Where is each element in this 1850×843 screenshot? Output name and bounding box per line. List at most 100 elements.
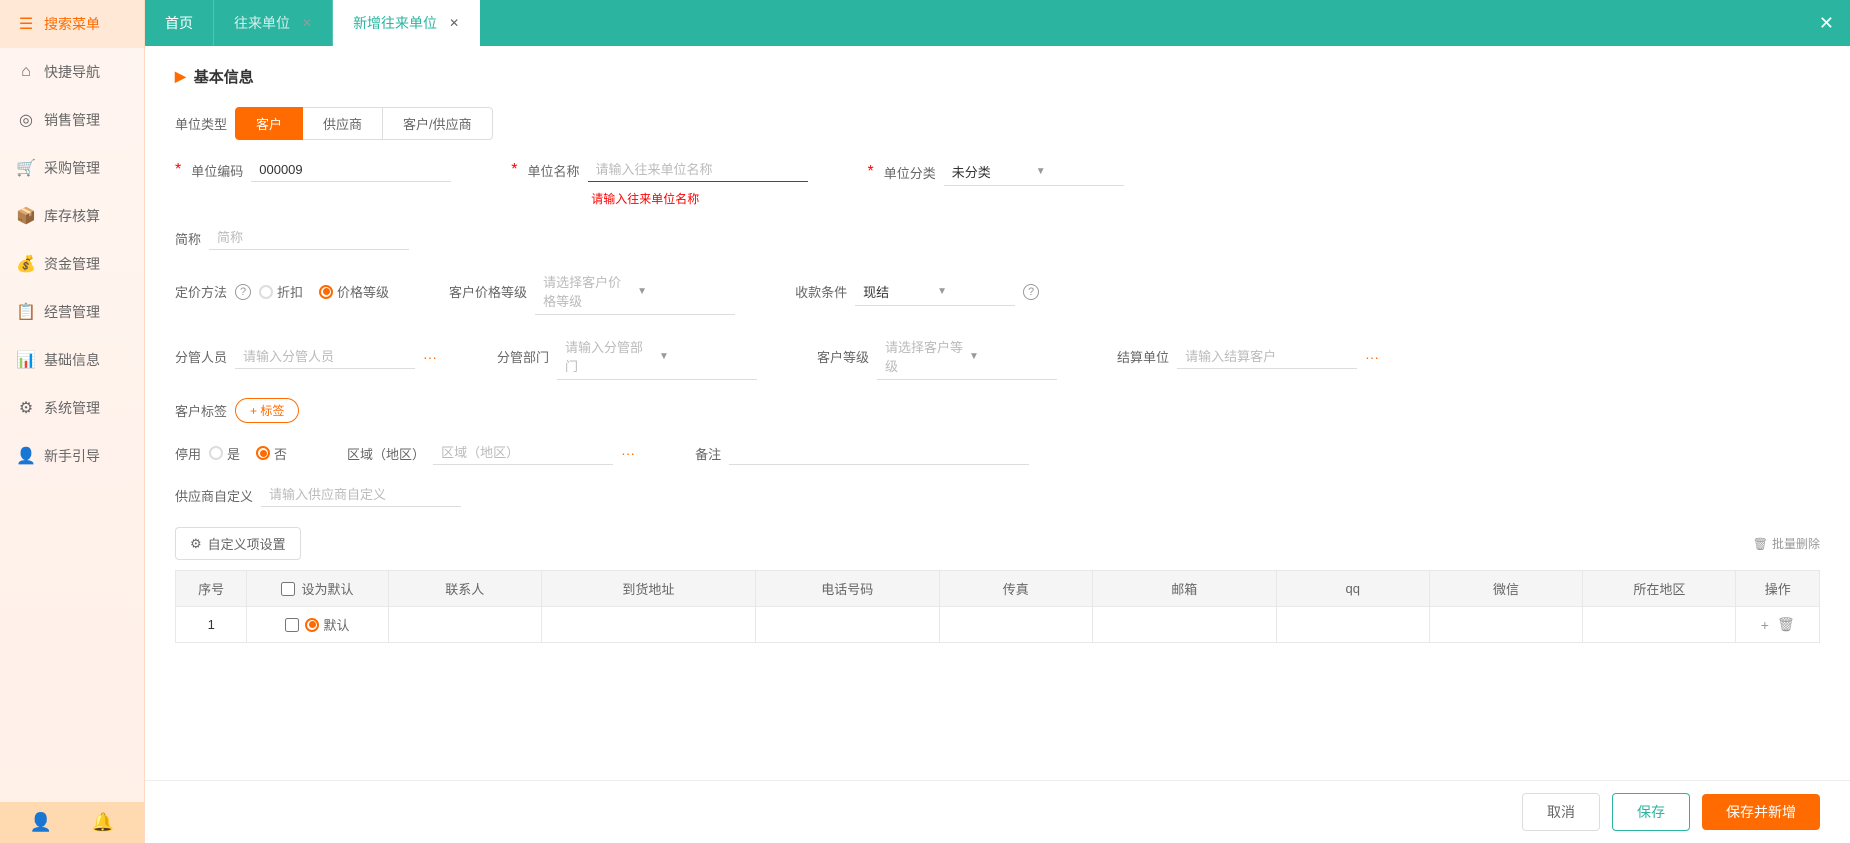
- name-required-star: *: [511, 161, 517, 179]
- region-more-btn[interactable]: ···: [621, 445, 635, 461]
- manager-more-btn[interactable]: ···: [423, 349, 437, 365]
- radio-disabled-no[interactable]: 否: [256, 444, 287, 463]
- row-default-label: 默认: [323, 615, 349, 634]
- region-input[interactable]: [433, 441, 613, 465]
- supplier-custom-input[interactable]: [261, 483, 461, 507]
- row-checkbox[interactable]: [285, 618, 299, 632]
- tag-row: 客户标签 + 标签: [175, 398, 1820, 423]
- sidebar-item-basics[interactable]: 📊 基础信息: [0, 336, 144, 384]
- type-btn-customer[interactable]: 客户: [235, 107, 303, 140]
- tab-new-partner-label: 新增往来单位: [353, 13, 437, 33]
- settlement-input[interactable]: [1177, 345, 1357, 369]
- contact-input[interactable]: [425, 617, 505, 632]
- address-input[interactable]: [588, 617, 708, 632]
- tab-bar-close-btn[interactable]: ✕: [1803, 13, 1850, 34]
- col-default: 设为默认: [247, 571, 388, 607]
- tab-new-partner[interactable]: 新增往来单位 ✕: [333, 0, 480, 46]
- unit-type-row: 单位类型 客户 供应商 客户/供应商: [175, 107, 1820, 140]
- col-default-label: 设为默认: [301, 579, 353, 598]
- sidebar-item-finance[interactable]: 💰 资金管理: [0, 240, 144, 288]
- remark-input[interactable]: [729, 441, 1029, 465]
- guide-icon: 👤: [16, 446, 36, 466]
- tag-group: 客户标签 + 标签: [175, 398, 299, 423]
- unit-name-input[interactable]: [588, 158, 808, 182]
- category-required-star: *: [868, 163, 874, 181]
- email-input[interactable]: [1134, 617, 1234, 632]
- settlement-more-btn[interactable]: ···: [1365, 349, 1379, 365]
- tab-home-label: 首页: [165, 13, 193, 33]
- batch-delete-btn[interactable]: 🗑 批量删除: [1753, 535, 1820, 552]
- manager-input[interactable]: [235, 345, 415, 369]
- custom-settings-btn[interactable]: ⚙ 自定义项设置: [175, 527, 301, 560]
- short-name-label: 简称: [175, 229, 201, 248]
- col-action: 操作: [1736, 571, 1820, 607]
- save-button[interactable]: 保存: [1612, 793, 1690, 831]
- col-default-checkbox[interactable]: [281, 582, 295, 596]
- payment-terms-group: 收款条件 现结 ▼ ?: [795, 278, 1039, 306]
- unit-category-select[interactable]: 未分类 ▼: [944, 158, 1124, 186]
- row-add-btn[interactable]: +: [1761, 616, 1769, 633]
- pricing-method-group: 定价方法 ? 折扣 价格等级: [175, 282, 389, 301]
- radio-price-level[interactable]: 价格等级: [319, 282, 389, 301]
- wechat-input[interactable]: [1466, 617, 1546, 632]
- col-email: 邮箱: [1092, 571, 1276, 607]
- sidebar-item-inventory[interactable]: 📦 库存核算: [0, 192, 144, 240]
- purchase-icon: 🛒: [16, 158, 36, 178]
- radio-price-level-circle: [319, 285, 333, 299]
- type-buttons: 客户 供应商 客户/供应商: [235, 107, 493, 140]
- unit-category-group: * 单位分类 未分类 ▼: [868, 158, 1124, 186]
- row-delete-btn[interactable]: 🗑: [1777, 616, 1795, 633]
- sidebar-item-operations[interactable]: 📋 经营管理: [0, 288, 144, 336]
- region-cell-input[interactable]: [1619, 617, 1699, 632]
- type-btn-supplier[interactable]: 供应商: [303, 107, 383, 140]
- tab-home[interactable]: 首页: [145, 0, 214, 46]
- cell-seq: 1: [176, 607, 247, 643]
- sidebar-user-icon[interactable]: 👤: [30, 812, 52, 833]
- region-group: 区域（地区） ···: [347, 441, 635, 465]
- tab-new-partner-close[interactable]: ✕: [449, 16, 459, 30]
- cancel-button[interactable]: 取消: [1522, 793, 1600, 831]
- short-name-input[interactable]: [209, 226, 409, 250]
- col-fax: 传真: [939, 571, 1092, 607]
- customer-price-label: 客户价格等级: [449, 282, 527, 301]
- payment-terms-select[interactable]: 现结 ▼: [855, 278, 1015, 306]
- cell-email: [1092, 607, 1276, 643]
- sidebar-item-sales[interactable]: ◎ 销售管理: [0, 96, 144, 144]
- inventory-icon: 📦: [16, 206, 36, 226]
- customer-price-group: 客户价格等级 请选择客户价格等级 ▼: [449, 268, 735, 315]
- sidebar-item-system[interactable]: ⚙ 系统管理: [0, 384, 144, 432]
- col-region: 所在地区: [1583, 571, 1736, 607]
- sidebar-item-purchase[interactable]: 🛒 采购管理: [0, 144, 144, 192]
- radio-discount[interactable]: 折扣: [259, 282, 303, 301]
- unit-name-label: 单位名称: [527, 161, 579, 180]
- customer-level-select[interactable]: 请选择客户等级 ▼: [877, 333, 1057, 380]
- pricing-row: 定价方法 ? 折扣 价格等级 客户价格等级: [175, 268, 1820, 315]
- payment-help-icon[interactable]: ?: [1023, 284, 1039, 300]
- pricing-help-icon[interactable]: ?: [235, 284, 251, 300]
- sidebar-item-search[interactable]: ☰ 搜索菜单: [0, 0, 144, 48]
- content-area: ▶ 基本信息 单位类型 客户 供应商 客户/供应商 * 单位编码: [145, 46, 1850, 780]
- sidebar-notify-icon[interactable]: 🔔: [92, 812, 114, 833]
- cell-fax: [939, 607, 1092, 643]
- sidebar-item-quicknav[interactable]: ⌂ 快捷导航: [0, 48, 144, 96]
- qq-input[interactable]: [1313, 617, 1393, 632]
- add-tag-btn[interactable]: + 标签: [235, 398, 299, 423]
- save-new-button[interactable]: 保存并新增: [1702, 794, 1820, 830]
- row-default-radio[interactable]: 默认: [305, 615, 349, 634]
- unit-code-input[interactable]: [251, 158, 451, 182]
- customer-level-group: 客户等级 请选择客户等级 ▼: [817, 333, 1057, 380]
- sidebar-item-label: 基础信息: [44, 350, 100, 370]
- code-required-star: *: [175, 161, 181, 179]
- sidebar-item-guide[interactable]: 👤 新手引导: [0, 432, 144, 480]
- fax-input[interactable]: [976, 617, 1056, 632]
- sidebar-item-label: 快捷导航: [44, 62, 100, 82]
- col-contact: 联系人: [388, 571, 541, 607]
- tab-partner[interactable]: 往来单位 ✕: [214, 0, 333, 46]
- type-btn-both[interactable]: 客户/供应商: [383, 107, 493, 140]
- phone-input[interactable]: [797, 617, 897, 632]
- department-select[interactable]: 请输入分管部门 ▼: [557, 333, 757, 380]
- cell-phone: [755, 607, 939, 643]
- customer-price-select[interactable]: 请选择客户价格等级 ▼: [535, 268, 735, 315]
- tab-partner-close[interactable]: ✕: [302, 16, 312, 30]
- radio-disabled-yes[interactable]: 是: [209, 444, 240, 463]
